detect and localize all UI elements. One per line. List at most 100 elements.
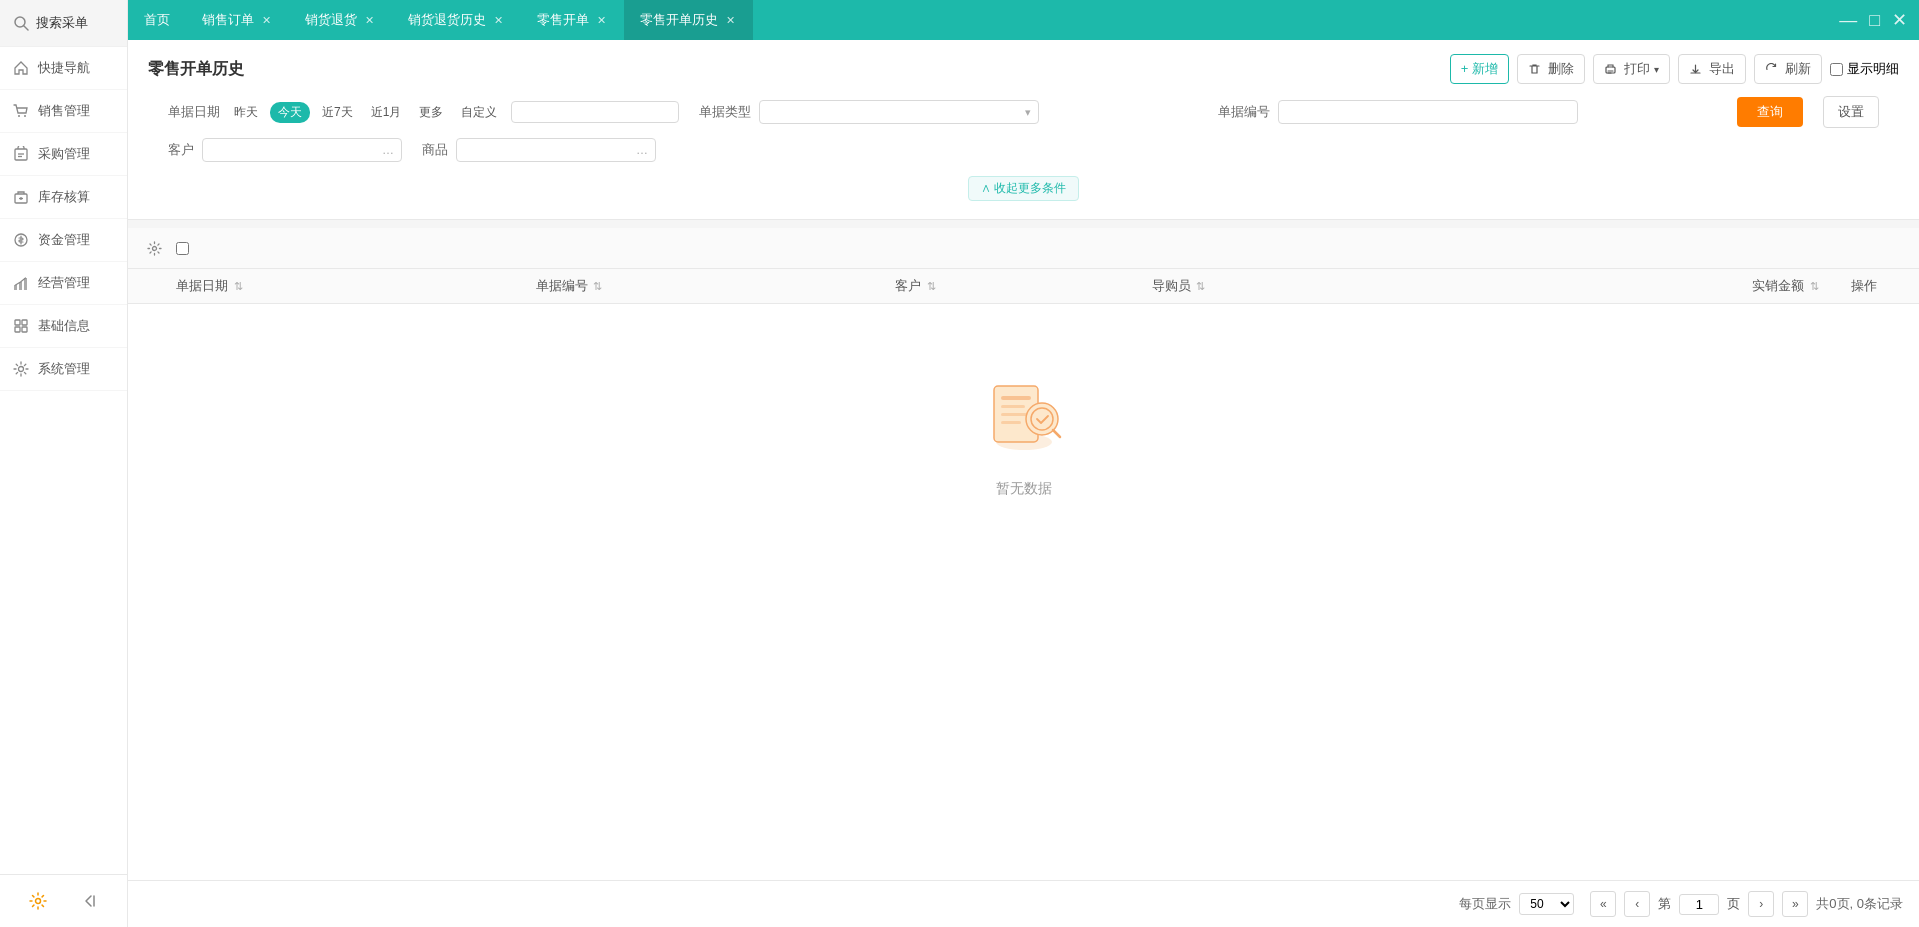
sidebar-item-sys-mgmt[interactable]: 系统管理 xyxy=(0,348,127,391)
refresh-button[interactable]: 刷新 xyxy=(1754,54,1822,84)
tab-sales-order[interactable]: 销售订单 ✕ xyxy=(186,0,289,40)
filter-area: 单据日期 昨天 今天 近7天 近1月 更多 自定义 2023-06-02 至 2… xyxy=(148,96,1899,219)
per-page-select[interactable]: 50 10 20 100 xyxy=(1519,893,1574,915)
col-date[interactable]: 单据日期 ⇅ xyxy=(164,269,524,304)
tab-retail-open-history[interactable]: 零售开单历史 ✕ xyxy=(624,0,753,40)
svg-line-1 xyxy=(24,26,28,30)
main-area: 首页 销售订单 ✕ 销货退货 ✕ 销货退货历史 ✕ 零售开单 ✕ 零售开单历史 … xyxy=(128,0,1919,927)
print-label: 打印 xyxy=(1624,60,1650,78)
window-min-button[interactable]: — xyxy=(1839,10,1857,31)
date-more[interactable]: 更多 xyxy=(413,102,449,123)
display-detail-label: 显示明细 xyxy=(1847,60,1899,78)
settings-query-button[interactable]: 设置 xyxy=(1823,96,1879,128)
date-today[interactable]: 今天 xyxy=(270,102,310,123)
type-select[interactable] xyxy=(759,100,1039,124)
export-button[interactable]: 导出 xyxy=(1678,54,1746,84)
tab-sales-return-label: 销货退货 xyxy=(305,11,357,29)
tab-sales-return-history-close[interactable]: ✕ xyxy=(491,13,505,27)
tab-sales-order-close[interactable]: ✕ xyxy=(259,13,273,27)
filter-type: 单据类型 xyxy=(699,100,1198,124)
ops-icon xyxy=(12,274,30,292)
tab-home[interactable]: 首页 xyxy=(128,0,186,40)
col-number-label: 单据编号 xyxy=(536,278,588,293)
sidebar-item-base-info[interactable]: 基础信息 xyxy=(0,305,127,348)
topbar-right: — □ ✕ xyxy=(1839,9,1919,31)
col-date-sort[interactable]: ⇅ xyxy=(234,280,243,292)
sidebar-item-finance[interactable]: 资金管理 xyxy=(0,219,127,262)
svg-point-2 xyxy=(18,115,20,117)
svg-rect-13 xyxy=(24,278,27,290)
col-number-sort[interactable]: ⇅ xyxy=(593,280,602,292)
date-options: 昨天 今天 近7天 近1月 更多 自定义 xyxy=(228,102,503,123)
window-close-button[interactable]: ✕ xyxy=(1892,9,1907,31)
sidebar-item-operations[interactable]: 经营管理 xyxy=(0,262,127,305)
sidebar-item-purchase-mgmt[interactable]: 采购管理 xyxy=(0,133,127,176)
date-7days[interactable]: 近7天 xyxy=(316,102,359,123)
goods-input[interactable] xyxy=(456,138,656,162)
svg-rect-27 xyxy=(1001,413,1027,416)
delete-button[interactable]: 删除 xyxy=(1517,54,1585,84)
col-number[interactable]: 单据编号 ⇅ xyxy=(524,269,884,304)
goods-more-icon[interactable]: … xyxy=(636,143,648,157)
purchase-icon xyxy=(12,145,30,163)
col-customer[interactable]: 客户 ⇅ xyxy=(883,269,1139,304)
date-yesterday[interactable]: 昨天 xyxy=(228,102,264,123)
tab-sales-return-history[interactable]: 销货退货历史 ✕ xyxy=(392,0,521,40)
date-range-input[interactable]: 2023-06-02 至 2023-06-02 xyxy=(511,101,679,123)
svg-rect-21 xyxy=(1606,67,1615,73)
collapse-button[interactable]: ∧ 收起更多条件 xyxy=(968,176,1079,201)
svg-rect-17 xyxy=(22,327,27,332)
tab-retail-open-label: 零售开单 xyxy=(537,11,589,29)
display-detail-checkbox[interactable] xyxy=(1830,63,1843,76)
date-custom[interactable]: 自定义 xyxy=(455,102,503,123)
toolbar: + 新增 删除 打印 ▾ 导出 xyxy=(1450,54,1899,84)
col-amount[interactable]: 实销金额 ⇅ xyxy=(1448,269,1839,304)
number-input[interactable] xyxy=(1278,100,1578,124)
sidebar-item-quick-nav[interactable]: 快捷导航 xyxy=(0,47,127,90)
query-button[interactable]: 查询 xyxy=(1737,97,1803,127)
col-customer-sort[interactable]: ⇅ xyxy=(927,280,936,292)
tab-sales-return-close[interactable]: ✕ xyxy=(362,13,376,27)
page-last-button[interactable]: » xyxy=(1782,891,1808,917)
sidebar-search[interactable]: 搜索采单 xyxy=(0,0,127,47)
tab-retail-open-history-close[interactable]: ✕ xyxy=(723,13,737,27)
customer-input[interactable] xyxy=(202,138,402,162)
sidebar-item-inventory[interactable]: 库存核算 xyxy=(0,176,127,219)
page-number-input[interactable] xyxy=(1679,894,1719,915)
filter-goods: 商品 … xyxy=(422,138,656,162)
empty-text: 暂无数据 xyxy=(996,480,1052,498)
customer-more-icon[interactable]: … xyxy=(382,143,394,157)
col-salesperson[interactable]: 导购员 ⇅ xyxy=(1140,269,1448,304)
tab-sales-return[interactable]: 销货退货 ✕ xyxy=(289,0,392,40)
sidebar-item-sales-mgmt[interactable]: 销售管理 xyxy=(0,90,127,133)
topbar: 首页 销售订单 ✕ 销货退货 ✕ 销货退货历史 ✕ 零售开单 ✕ 零售开单历史 … xyxy=(128,0,1919,40)
page-prev-button[interactable]: ‹ xyxy=(1624,891,1650,917)
tab-retail-open[interactable]: 零售开单 ✕ xyxy=(521,0,624,40)
settings-button[interactable] xyxy=(24,887,52,915)
refresh-label: 刷新 xyxy=(1785,60,1811,78)
col-salesperson-sort[interactable]: ⇅ xyxy=(1196,280,1205,292)
page-next-button[interactable]: › xyxy=(1748,891,1774,917)
add-button[interactable]: + 新增 xyxy=(1450,54,1509,84)
window-max-button[interactable]: □ xyxy=(1869,10,1880,31)
collapse-sidebar-button[interactable] xyxy=(75,887,103,915)
tab-retail-open-close[interactable]: ✕ xyxy=(594,13,608,27)
empty-state: 暂无数据 xyxy=(128,304,1919,558)
filter-number: 单据编号 xyxy=(1218,100,1717,124)
page-title-row: 零售开单历史 + 新增 删除 打印 ▾ 导出 xyxy=(148,54,1899,84)
table-settings-button[interactable] xyxy=(140,234,168,262)
type-label: 单据类型 xyxy=(699,103,751,121)
table-header-row: 单据日期 ⇅ 单据编号 ⇅ 客户 ⇅ xyxy=(128,269,1919,304)
print-button[interactable]: 打印 ▾ xyxy=(1593,54,1670,84)
filter-customer: 客户 … xyxy=(168,138,402,162)
svg-rect-16 xyxy=(15,327,20,332)
sidebar-label-sys-mgmt: 系统管理 xyxy=(38,360,90,378)
table-container: 单据日期 ⇅ 单据编号 ⇅ 客户 ⇅ xyxy=(128,269,1919,880)
select-all-checkbox[interactable] xyxy=(176,242,189,255)
col-amount-sort[interactable]: ⇅ xyxy=(1810,280,1819,292)
date-1month[interactable]: 近1月 xyxy=(365,102,408,123)
display-detail-toggle[interactable]: 显示明细 xyxy=(1830,60,1899,78)
info-icon xyxy=(12,317,30,335)
page-first-button[interactable]: « xyxy=(1590,891,1616,917)
sidebar-label-sales-mgmt: 销售管理 xyxy=(38,102,90,120)
